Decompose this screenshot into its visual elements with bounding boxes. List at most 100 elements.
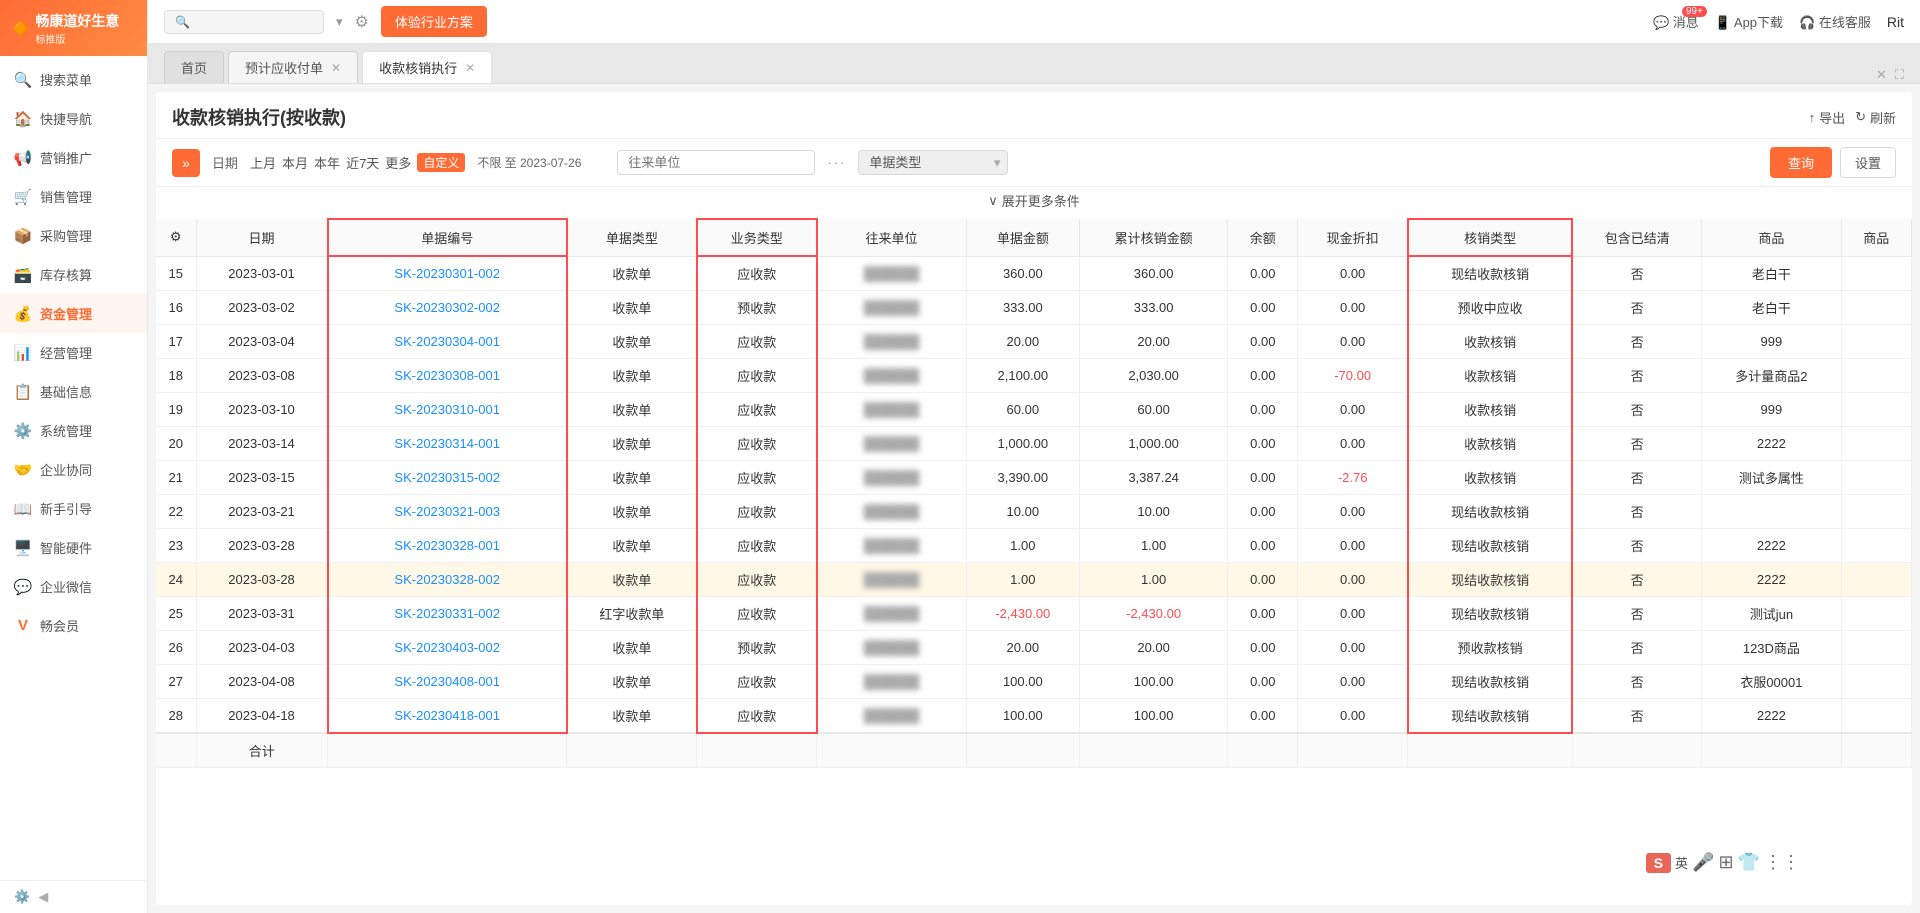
- doc-no-link[interactable]: SK-20230304-001: [394, 334, 500, 349]
- tab-prereceipt-close[interactable]: ✕: [331, 61, 341, 75]
- cell-biz-type: 应收款: [697, 563, 817, 597]
- doc-no-link[interactable]: SK-20230314-001: [394, 436, 500, 451]
- th-date[interactable]: 日期: [196, 219, 328, 256]
- tab-collection[interactable]: 收款核销执行 ✕: [362, 51, 492, 83]
- th-doc-type[interactable]: 单据类型: [567, 219, 697, 256]
- collapse-icon[interactable]: ◀: [38, 889, 48, 905]
- cell-cancel-type: 现结收款核销: [1408, 256, 1572, 291]
- cell-goods: 2222: [1702, 529, 1841, 563]
- user-name[interactable]: Rit: [1887, 14, 1904, 30]
- doc-no-link[interactable]: SK-20230408-001: [394, 674, 500, 689]
- tab-collection-close[interactable]: ✕: [465, 61, 475, 75]
- this-year-opt[interactable]: 本年: [314, 153, 340, 172]
- doc-no-link[interactable]: SK-20230310-001: [394, 402, 500, 417]
- cell-partner: ██████: [817, 393, 967, 427]
- sidebar-bottom: ⚙️ ◀: [0, 880, 147, 913]
- th-settings[interactable]: ⚙: [156, 219, 196, 256]
- th-include-settled[interactable]: 包含已结清: [1572, 219, 1701, 256]
- doc-no-link[interactable]: SK-20230301-002: [394, 266, 500, 281]
- doc-no-link[interactable]: SK-20230418-001: [394, 708, 500, 723]
- topbar-dropdown[interactable]: ▾: [336, 14, 343, 30]
- th-doc-no[interactable]: 单据编号: [328, 219, 567, 256]
- doc-type-select[interactable]: 单据类型: [858, 150, 1008, 175]
- expand-more-filter-button[interactable]: ∨ 展开更多条件: [988, 191, 1080, 210]
- sidebar-item-marketing[interactable]: 📢 营销推广: [0, 138, 147, 177]
- export-button[interactable]: ↑ 导出: [1809, 108, 1846, 127]
- finance-icon: 💰: [14, 305, 32, 323]
- cell-date: 2023-03-01: [196, 256, 328, 291]
- topbar-search[interactable]: 🔍: [164, 10, 324, 34]
- filter-expand-button[interactable]: »: [172, 149, 200, 177]
- cell-no: 21: [156, 461, 196, 495]
- more-opt[interactable]: 更多: [385, 153, 411, 172]
- sidebar-item-member[interactable]: V 畅会员: [0, 606, 147, 645]
- sidebar-item-sales[interactable]: 🛒 销售管理: [0, 177, 147, 216]
- sidebar-item-corp[interactable]: 🤝 企业协同: [0, 450, 147, 489]
- custom-date-btn[interactable]: 自定义: [417, 153, 465, 172]
- cell-partner: ██████: [817, 563, 967, 597]
- sidebar-item-system[interactable]: ⚙️ 系统管理: [0, 411, 147, 450]
- th-cancel-type[interactable]: 核销类型: [1408, 219, 1572, 256]
- sidebar-item-wechat[interactable]: 💬 企业微信: [0, 567, 147, 606]
- tab-prereceipt[interactable]: 预计应收付单 ✕: [228, 51, 358, 83]
- sidebar-item-quicknav[interactable]: 🏠 快捷导航: [0, 99, 147, 138]
- wechat-icon: 💬: [14, 578, 32, 596]
- last7days-opt[interactable]: 近7天: [346, 153, 379, 172]
- th-amount[interactable]: 单据金额: [966, 219, 1080, 256]
- sidebar-item-inventory[interactable]: 🗃️ 库存核算: [0, 255, 147, 294]
- industry-solution-button[interactable]: 体验行业方案: [381, 6, 487, 37]
- th-partner[interactable]: 往来单位: [817, 219, 967, 256]
- cell-biz-type: 预收款: [697, 291, 817, 325]
- partner-input[interactable]: [617, 150, 815, 175]
- settings-button[interactable]: 设置: [1840, 147, 1896, 178]
- sidebar-item-finance[interactable]: 💰 资金管理: [0, 294, 147, 333]
- th-balance[interactable]: 余额: [1228, 219, 1298, 256]
- close-tab-icon[interactable]: ✕: [1876, 67, 1887, 83]
- doc-no-link[interactable]: SK-20230403-002: [394, 640, 500, 655]
- sidebar-item-basic[interactable]: 📋 基础信息: [0, 372, 147, 411]
- settings-bottom-icon[interactable]: ⚙️: [14, 889, 30, 905]
- sidebar-item-ops[interactable]: 📊 经营管理: [0, 333, 147, 372]
- doc-no-link[interactable]: SK-20230328-001: [394, 538, 500, 553]
- sidebar-item-newbie[interactable]: 📖 新手引导: [0, 489, 147, 528]
- doc-no-link[interactable]: SK-20230315-002: [394, 470, 500, 485]
- gear-icon[interactable]: ⚙: [355, 12, 369, 32]
- cell-no: 17: [156, 325, 196, 359]
- cell-cum-amount: 100.00: [1080, 665, 1228, 699]
- cell-amount: 360.00: [966, 256, 1080, 291]
- query-button[interactable]: 查询: [1770, 147, 1832, 178]
- refresh-button[interactable]: ↻ 刷新: [1855, 108, 1896, 127]
- filter-bar: » 日期 上月 本月 本年 近7天 更多 自定义 不限 至 2023-07-26…: [156, 139, 1912, 187]
- messages-badge[interactable]: 💬 消息 99+: [1653, 12, 1699, 31]
- th-goods[interactable]: 商品: [1702, 219, 1841, 256]
- sidebar-item-search[interactable]: 🔍 搜索菜单: [0, 60, 147, 99]
- cell-biz-type: 应收款: [697, 461, 817, 495]
- expand-tab-icon[interactable]: ⛶: [1895, 67, 1904, 83]
- this-month-opt[interactable]: 本月: [282, 153, 308, 172]
- last-month-opt[interactable]: 上月: [250, 153, 276, 172]
- th-goods2[interactable]: 商品: [1841, 219, 1911, 256]
- cell-partner: ██████: [817, 631, 967, 665]
- tab-home[interactable]: 首页: [164, 51, 224, 83]
- th-cash-discount[interactable]: 现金折扣: [1298, 219, 1408, 256]
- doc-no-link[interactable]: SK-20230328-002: [394, 572, 500, 587]
- doc-no-link[interactable]: SK-20230308-001: [394, 368, 500, 383]
- sidebar-item-purchase[interactable]: 📦 采购管理: [0, 216, 147, 255]
- doc-no-link[interactable]: SK-20230302-002: [394, 300, 500, 315]
- cell-doc-no: SK-20230328-001: [328, 529, 567, 563]
- cell-partner: ██████: [817, 495, 967, 529]
- th-cum-amount[interactable]: 累计核销金额: [1080, 219, 1228, 256]
- th-biz-type[interactable]: 业务类型: [697, 219, 817, 256]
- online-service-link[interactable]: 🎧 在线客服: [1799, 12, 1871, 31]
- table-row: 252023-03-31SK-20230331-002红字收款单应收款█████…: [156, 597, 1912, 631]
- cell-date: 2023-03-08: [196, 359, 328, 393]
- doc-no-link[interactable]: SK-20230331-002: [394, 606, 500, 621]
- totals-cell-8: [1228, 733, 1298, 768]
- doc-no-link[interactable]: SK-20230321-003: [394, 504, 500, 519]
- tab-collection-label: 收款核销执行: [379, 58, 457, 77]
- sidebar-item-hardware[interactable]: 🖥️ 智能硬件: [0, 528, 147, 567]
- app-download-link[interactable]: 📱 App下载: [1715, 12, 1783, 31]
- data-table-wrap: ⚙ 日期 单据编号 单据类型 业务类型 往来单位 单据金额 累计核销金额 余额 …: [156, 218, 1912, 905]
- cell-include-settled: 否: [1572, 597, 1701, 631]
- data-table: ⚙ 日期 单据编号 单据类型 业务类型 往来单位 单据金额 累计核销金额 余额 …: [156, 218, 1912, 768]
